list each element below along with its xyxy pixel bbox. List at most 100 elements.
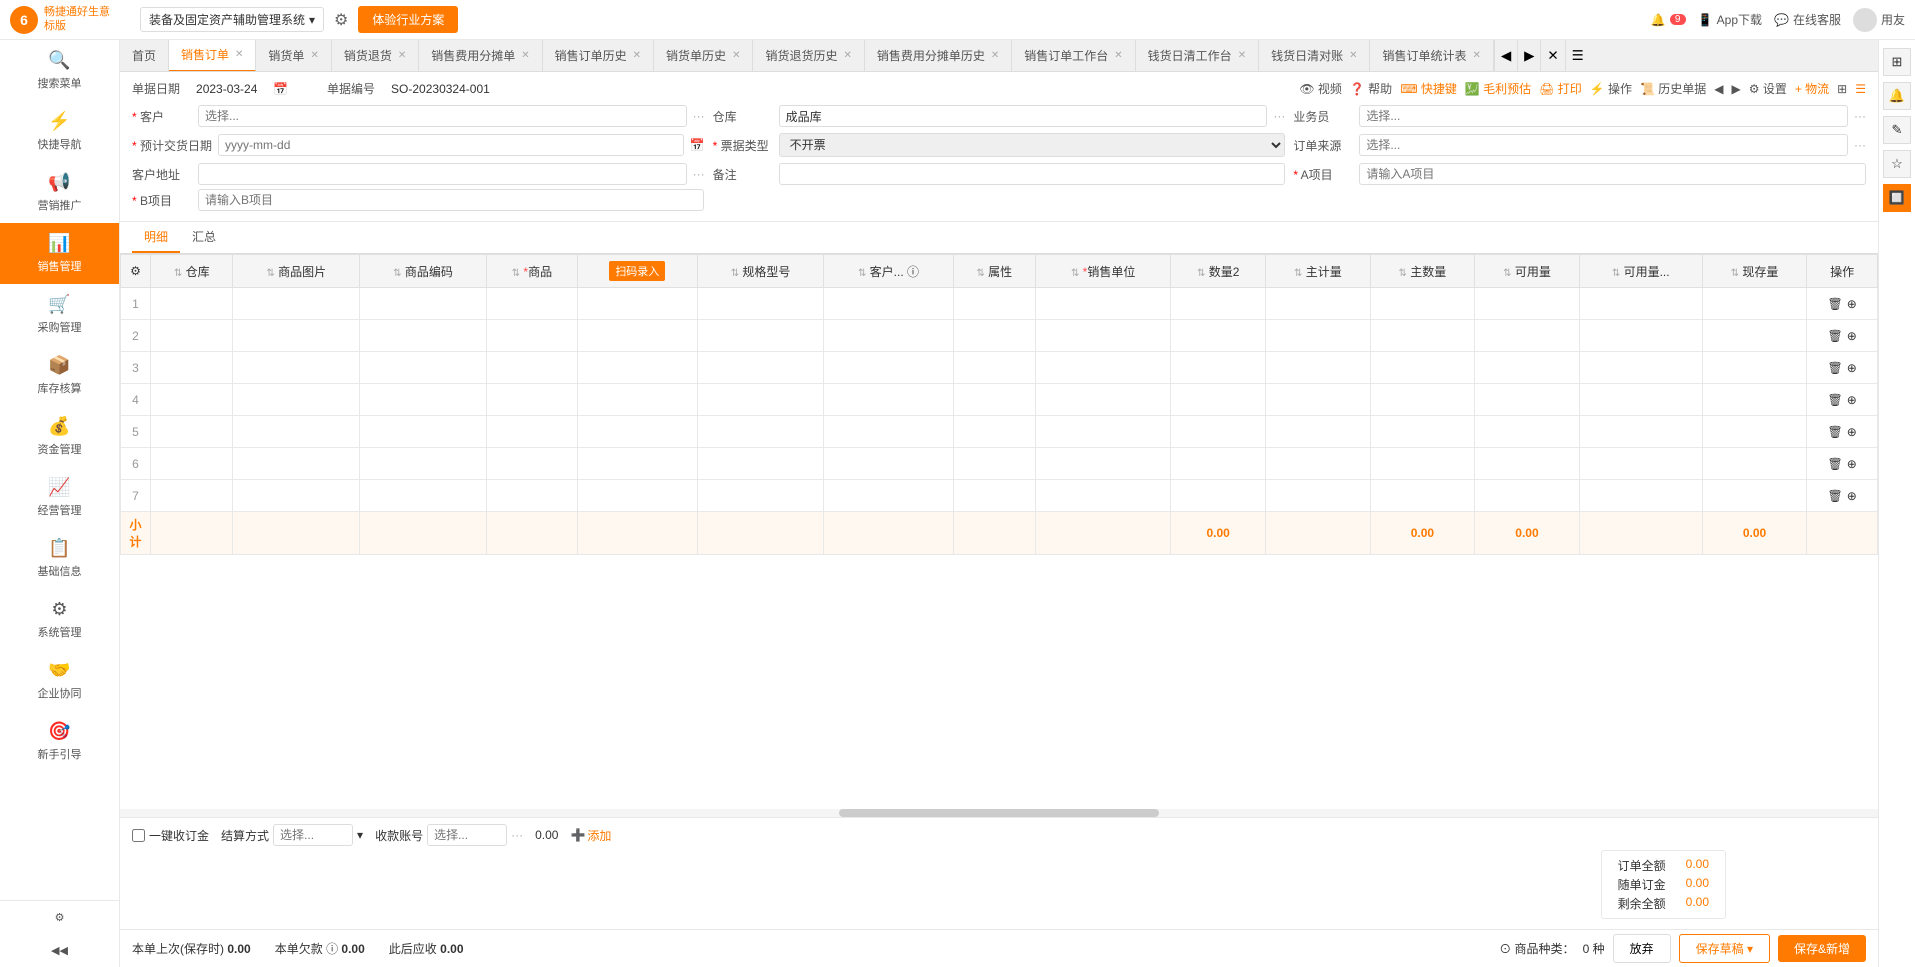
table-row[interactable]: 1🗑⊕: [121, 288, 1878, 320]
copy-icon[interactable]: ⊕: [1847, 329, 1857, 343]
copy-icon[interactable]: ⊕: [1847, 425, 1857, 439]
tab-home[interactable]: 首页: [120, 40, 169, 72]
sidebar-item-inventory[interactable]: 📦 库存核算: [0, 345, 119, 406]
more-icon-warehouse[interactable]: ···: [1273, 109, 1285, 123]
tab-daily-reconcile[interactable]: 钱货日清对账 ✕: [1259, 40, 1370, 72]
table-row[interactable]: 3🗑⊕: [121, 352, 1878, 384]
chevron-draft-icon[interactable]: ▾: [1747, 942, 1753, 956]
salesperson-input[interactable]: [1359, 105, 1848, 127]
notification-button[interactable]: 🔔 9 App下载: [1651, 13, 1686, 27]
close-tab-icon[interactable]: ✕: [1238, 50, 1246, 61]
save-draft-button[interactable]: 保存草稿 ▾: [1679, 934, 1770, 963]
tab-summary[interactable]: 汇总: [180, 222, 228, 253]
tab-order-workbench[interactable]: 销售订单工作台 ✕: [1012, 40, 1135, 72]
debt-info-icon[interactable]: ⓘ: [326, 942, 338, 956]
tab-menu-button[interactable]: ☰: [1565, 40, 1590, 72]
discard-button[interactable]: 放弃: [1613, 934, 1671, 963]
delete-icon[interactable]: 🗑: [1828, 425, 1843, 439]
delete-icon[interactable]: 🗑: [1828, 489, 1843, 503]
tab-daily-workbench[interactable]: 钱货日清工作台 ✕: [1136, 40, 1259, 72]
more-icon-receipt[interactable]: ···: [511, 828, 523, 842]
copy-icon[interactable]: ⊕: [1847, 457, 1857, 471]
app-download-button[interactable]: 📱 App下载: [1698, 11, 1762, 28]
history-action[interactable]: 📜 历史单据: [1640, 80, 1706, 97]
copy-icon[interactable]: ⊕: [1847, 297, 1857, 311]
remark-input[interactable]: [779, 163, 1286, 185]
right-btn-1[interactable]: ⊞: [1883, 48, 1911, 76]
chevron-payment-icon[interactable]: ▾: [357, 828, 363, 842]
close-tab-icon[interactable]: ✕: [235, 49, 243, 60]
scan-button[interactable]: 扫码录入: [609, 261, 665, 281]
right-btn-3[interactable]: ✎: [1883, 116, 1911, 144]
table-row[interactable]: 7🗑⊕: [121, 480, 1878, 512]
calendar-icon[interactable]: 📅: [273, 82, 288, 96]
delivery-input[interactable]: [218, 134, 684, 156]
calendar-icon2[interactable]: 📅: [690, 138, 705, 152]
right-btn-2[interactable]: 🔔: [1883, 82, 1911, 110]
right-btn-5[interactable]: 🔲: [1883, 184, 1911, 212]
solution-button[interactable]: 体验行业方案: [358, 6, 458, 33]
col-settings[interactable]: ⚙: [121, 255, 151, 288]
sidebar-item-guide[interactable]: 🎯 新手引导: [0, 711, 119, 772]
table-row[interactable]: 2🗑⊕: [121, 320, 1878, 352]
sidebar-item-system[interactable]: ⚙ 系统管理: [0, 589, 119, 650]
close-tab-icon[interactable]: ✕: [521, 50, 529, 61]
sidebar-item-search[interactable]: 🔍 搜索菜单: [0, 40, 119, 101]
tab-sales-order-history[interactable]: 销售订单历史 ✕: [543, 40, 654, 72]
sidebar-settings-button[interactable]: ⚙: [0, 901, 119, 934]
tab-return-history[interactable]: 销货退货历史 ✕: [753, 40, 864, 72]
receipt-no-input[interactable]: [427, 824, 507, 846]
payment-method-input[interactable]: [273, 824, 353, 846]
user-area[interactable]: 用友: [1853, 8, 1905, 32]
address-input[interactable]: [198, 163, 687, 185]
tab-prev-button[interactable]: ◀: [1494, 40, 1517, 72]
gear-icon[interactable]: ⚙: [334, 10, 348, 30]
more-icon-address[interactable]: ···: [693, 167, 705, 181]
close-tab-icon[interactable]: ✕: [991, 50, 999, 61]
col-scan[interactable]: 扫码录入: [577, 255, 697, 288]
tab-sales-expense[interactable]: 销售费用分摊单 ✕: [419, 40, 542, 72]
delete-icon[interactable]: 🗑: [1828, 329, 1843, 343]
customer-input[interactable]: [198, 105, 687, 127]
order-source-input[interactable]: [1359, 134, 1848, 156]
tab-close-all-button[interactable]: ✕: [1540, 40, 1564, 72]
scrollbar-track[interactable]: [839, 809, 1159, 817]
close-tab-icon[interactable]: ✕: [1349, 50, 1357, 61]
grid-icon[interactable]: ⊞: [1837, 82, 1847, 96]
warehouse-input[interactable]: [779, 105, 1268, 127]
b-project-input[interactable]: [198, 189, 704, 211]
sidebar-item-marketing[interactable]: 📢 营销推广: [0, 162, 119, 223]
sidebar-item-purchase[interactable]: 🛒 采购管理: [0, 284, 119, 345]
tab-invoice-history[interactable]: 销货单历史 ✕: [654, 40, 753, 72]
nav-next-icon[interactable]: ▶: [1732, 82, 1741, 96]
one-click-label[interactable]: 一键收订金: [132, 827, 209, 844]
copy-icon[interactable]: ⊕: [1847, 393, 1857, 407]
copy-icon[interactable]: ⊕: [1847, 361, 1857, 375]
invoice-select[interactable]: 不开票 增值税普通发票 增值税专用发票: [779, 133, 1286, 157]
delete-icon[interactable]: 🗑: [1828, 297, 1843, 311]
tab-sales-order[interactable]: 销售订单 ✕: [169, 40, 256, 72]
close-tab-icon[interactable]: ✕: [843, 50, 851, 61]
tab-sales-return[interactable]: 销货退货 ✕: [332, 40, 419, 72]
delete-icon[interactable]: 🗑: [1828, 393, 1843, 407]
add-button[interactable]: ➕ 添加: [570, 827, 611, 844]
tab-detail[interactable]: 明细: [132, 222, 180, 253]
close-tab-icon[interactable]: ✕: [1473, 50, 1481, 61]
help-action[interactable]: ❓ 帮助: [1350, 80, 1392, 97]
table-row[interactable]: 4🗑⊕: [121, 384, 1878, 416]
nav-prev-icon[interactable]: ◀: [1714, 82, 1723, 96]
print-action[interactable]: 🖨 打印: [1539, 80, 1582, 97]
sidebar-item-enterprise[interactable]: 🤝 企业协同: [0, 650, 119, 711]
more-icon-order-source[interactable]: ···: [1854, 138, 1866, 152]
close-tab-icon[interactable]: ✕: [633, 50, 641, 61]
delete-icon[interactable]: 🗑: [1828, 361, 1843, 375]
settings-panel-icon[interactable]: ⚙ 设置: [1749, 80, 1787, 97]
close-tab-icon[interactable]: ✕: [310, 50, 318, 61]
shortcut-action[interactable]: ⌨ 快捷键: [1400, 80, 1457, 97]
tab-order-stats[interactable]: 销售订单统计表 ✕: [1370, 40, 1493, 72]
tab-sales-invoice[interactable]: 销货单 ✕: [256, 40, 331, 72]
tab-expense-history[interactable]: 销售费用分摊单历史 ✕: [865, 40, 1012, 72]
scrollbar-area[interactable]: [120, 809, 1878, 817]
add-material-icon[interactable]: + 物流: [1795, 80, 1829, 97]
tab-next-button[interactable]: ▶: [1517, 40, 1540, 72]
